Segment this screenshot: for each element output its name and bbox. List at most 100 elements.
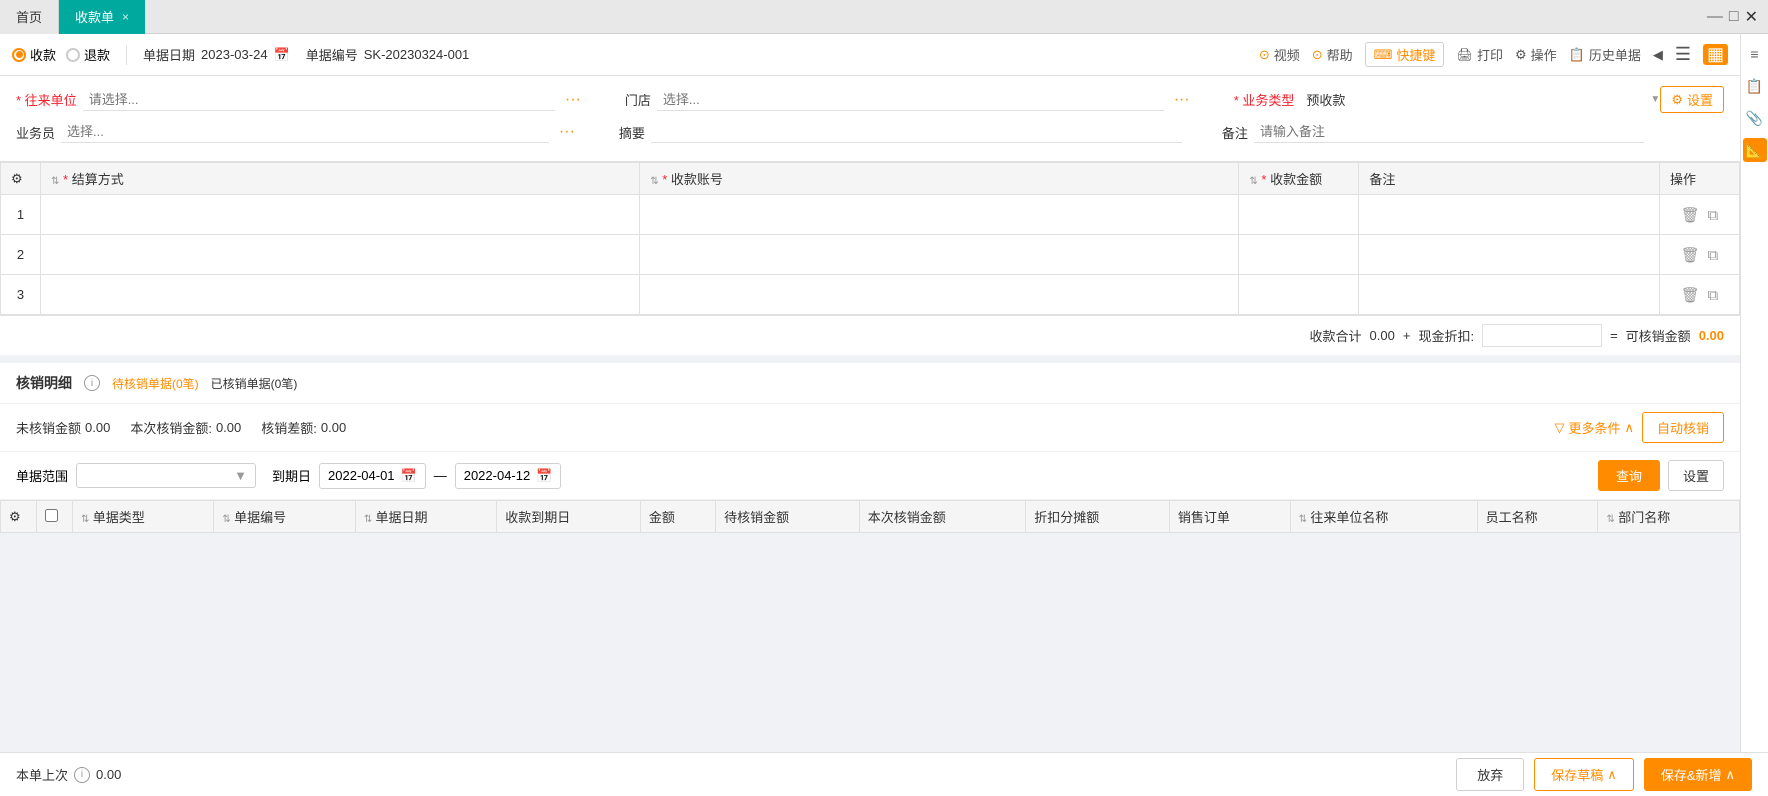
cell-remark-3[interactable]: [1359, 275, 1660, 315]
calendar-icon[interactable]: 📅: [274, 47, 290, 63]
copy-row-1-btn[interactable]: ⧉: [1705, 205, 1720, 226]
date-from-input[interactable]: 2022-04-01 📅: [319, 463, 426, 489]
delete-row-3-btn[interactable]: 🗑: [1679, 284, 1702, 306]
cell-settlement-3[interactable]: [41, 275, 640, 315]
bt-current-clear-header: 本次核销金额: [859, 501, 1025, 533]
radio-refund[interactable]: 退款: [66, 45, 110, 64]
view-toggle-1[interactable]: ☰: [1675, 44, 1691, 65]
th-account: ⇅ * 收款账号: [640, 163, 1239, 195]
history-icon: 📋: [1569, 47, 1585, 63]
close-icon[interactable]: ✕: [1745, 7, 1758, 27]
bt-number-header: ⇅ 单据编号: [214, 501, 355, 533]
reconcile-filter: 单据范围 ▼ 到期日 2022-04-01 📅 — 2022-04-12 📅: [0, 452, 1740, 500]
remark-field: 备注: [1222, 121, 1644, 143]
cell-amount-3[interactable]: [1239, 275, 1359, 315]
shortcut-btn[interactable]: ⌨ 快捷键: [1365, 42, 1445, 67]
reconcile-area: 核销明细 i 待核销单据(0笔) 已核销单据(0笔) 未核销金额 0.00 本次…: [0, 363, 1740, 533]
query-button[interactable]: 查询: [1598, 460, 1660, 491]
print-btn[interactable]: 🖨 打印: [1456, 45, 1503, 64]
partner-input[interactable]: [83, 89, 555, 111]
row-num-1: 1: [1, 195, 41, 235]
plus-sign: +: [1403, 328, 1411, 343]
cell-settlement-1[interactable]: [41, 195, 640, 235]
cell-account-1[interactable]: [640, 195, 1239, 235]
settings-button[interactable]: ⚙ 设置: [1660, 86, 1724, 113]
reconcile-info-icon[interactable]: i: [84, 375, 100, 391]
cell-amount-1[interactable]: [1239, 195, 1359, 235]
more-conditions-btn[interactable]: ▽ 更多条件 ∧: [1554, 418, 1634, 437]
tab-receipt[interactable]: 收款单 ×: [59, 0, 145, 34]
cell-remark-1[interactable]: [1359, 195, 1660, 235]
save-draft-button[interactable]: 保存草稿 ∧: [1534, 758, 1634, 791]
date-to-input[interactable]: 2022-04-12 📅: [455, 463, 562, 489]
nav-prev-btn[interactable]: ◀: [1653, 47, 1663, 63]
radio-receipt[interactable]: 收款: [12, 45, 56, 64]
date-label: 单据日期: [143, 45, 195, 64]
bt-settings-header[interactable]: ⚙: [1, 501, 37, 533]
delete-row-2-btn[interactable]: 🗑: [1679, 244, 1702, 266]
video-btn[interactable]: ⊙ 视频: [1259, 45, 1300, 64]
table-settings-header[interactable]: ⚙: [1, 163, 41, 195]
help-circle-icon: ⊙: [1312, 47, 1323, 63]
filter-settings-button[interactable]: 设置: [1668, 460, 1724, 491]
history-label: 历史单据: [1589, 45, 1641, 64]
help-btn[interactable]: ⊙ 帮助: [1312, 45, 1353, 64]
cell-amount-2[interactable]: [1239, 235, 1359, 275]
radio-group: 收款 退款: [12, 45, 110, 64]
select-all-checkbox[interactable]: [45, 509, 58, 522]
summary-field: 摘要: [619, 121, 1182, 143]
sidebar-icon-table[interactable]: ≡: [1743, 42, 1767, 66]
form-row-2: 业务员 ··· 摘要 备注: [16, 121, 1724, 143]
staff-input[interactable]: [61, 121, 549, 143]
auto-clear-button[interactable]: 自动核销: [1642, 412, 1724, 443]
summary-input[interactable]: [651, 121, 1182, 143]
bt-pending-header: 待核销金额: [716, 501, 860, 533]
sidebar-icon-attach[interactable]: 📎: [1743, 106, 1767, 130]
cell-account-2[interactable]: [640, 235, 1239, 275]
chevron-up-icon: ∧: [1624, 420, 1634, 436]
discount-input[interactable]: [1482, 324, 1602, 347]
sidebar-icon-screen[interactable]: 📐: [1743, 138, 1767, 162]
abandon-button[interactable]: 放弃: [1456, 758, 1524, 791]
total-value: 0.00: [1370, 328, 1395, 343]
bt-checkbox-header[interactable]: [37, 501, 73, 533]
table-row: 1 🗑 ⧉: [1, 195, 1740, 235]
copy-row-3-btn[interactable]: ⧉: [1705, 285, 1720, 306]
copy-row-2-btn[interactable]: ⧉: [1705, 245, 1720, 266]
cell-account-3[interactable]: [640, 275, 1239, 315]
remark-input[interactable]: [1254, 121, 1644, 143]
footer-info-icon[interactable]: i: [74, 767, 90, 783]
business-type-field: * 业务类型 预收款 ▼: [1234, 87, 1661, 112]
staff-more-icon[interactable]: ···: [555, 123, 579, 141]
eq-sign: =: [1610, 328, 1618, 343]
range-select[interactable]: ▼: [76, 463, 256, 488]
actions-icon: ⚙: [1515, 47, 1527, 63]
th-remark: 备注: [1359, 163, 1660, 195]
history-btn[interactable]: 📋 历史单据: [1569, 45, 1641, 64]
minimize-icon[interactable]: —: [1707, 8, 1723, 26]
sidebar-icon-doc[interactable]: 📋: [1743, 74, 1767, 98]
cell-settlement-2[interactable]: [41, 235, 640, 275]
shop-more-icon[interactable]: ···: [1170, 91, 1194, 109]
main-table: ⚙ ⇅ * 结算方式 ⇅ * 收款账号 ⇅ * 收款: [0, 162, 1740, 315]
tab-home[interactable]: 首页: [0, 0, 59, 34]
partner-more-icon[interactable]: ···: [561, 91, 585, 109]
reconcile-actions: ▽ 更多条件 ∧ 自动核销: [1554, 412, 1724, 443]
maximize-icon[interactable]: □: [1729, 8, 1739, 26]
footer-doc-label: 本单上次: [16, 765, 68, 784]
pending-tab[interactable]: 待核销单据(0笔): [112, 375, 199, 392]
cell-remark-2[interactable]: [1359, 235, 1660, 275]
save-new-chevron: ∧: [1725, 767, 1735, 783]
view-toggle-2[interactable]: ▦: [1703, 44, 1728, 65]
save-new-button[interactable]: 保存&新增 ∧: [1644, 758, 1752, 791]
delete-row-1-btn[interactable]: 🗑: [1679, 204, 1702, 226]
business-type-chevron[interactable]: ▼: [1650, 94, 1660, 105]
date-range-filter: 到期日 2022-04-01 📅 — 2022-04-12 📅: [272, 463, 561, 489]
more-conditions-label: 更多条件: [1568, 418, 1620, 437]
footer-right: 放弃 保存草稿 ∧ 保存&新增 ∧: [1456, 758, 1752, 791]
actions-btn[interactable]: ⚙ 操作: [1515, 45, 1557, 64]
tab-close-icon[interactable]: ×: [122, 10, 129, 24]
done-tab[interactable]: 已核销单据(0笔): [211, 375, 298, 392]
bt-type-header: ⇅ 单据类型: [73, 501, 214, 533]
shop-input[interactable]: [657, 89, 1164, 111]
